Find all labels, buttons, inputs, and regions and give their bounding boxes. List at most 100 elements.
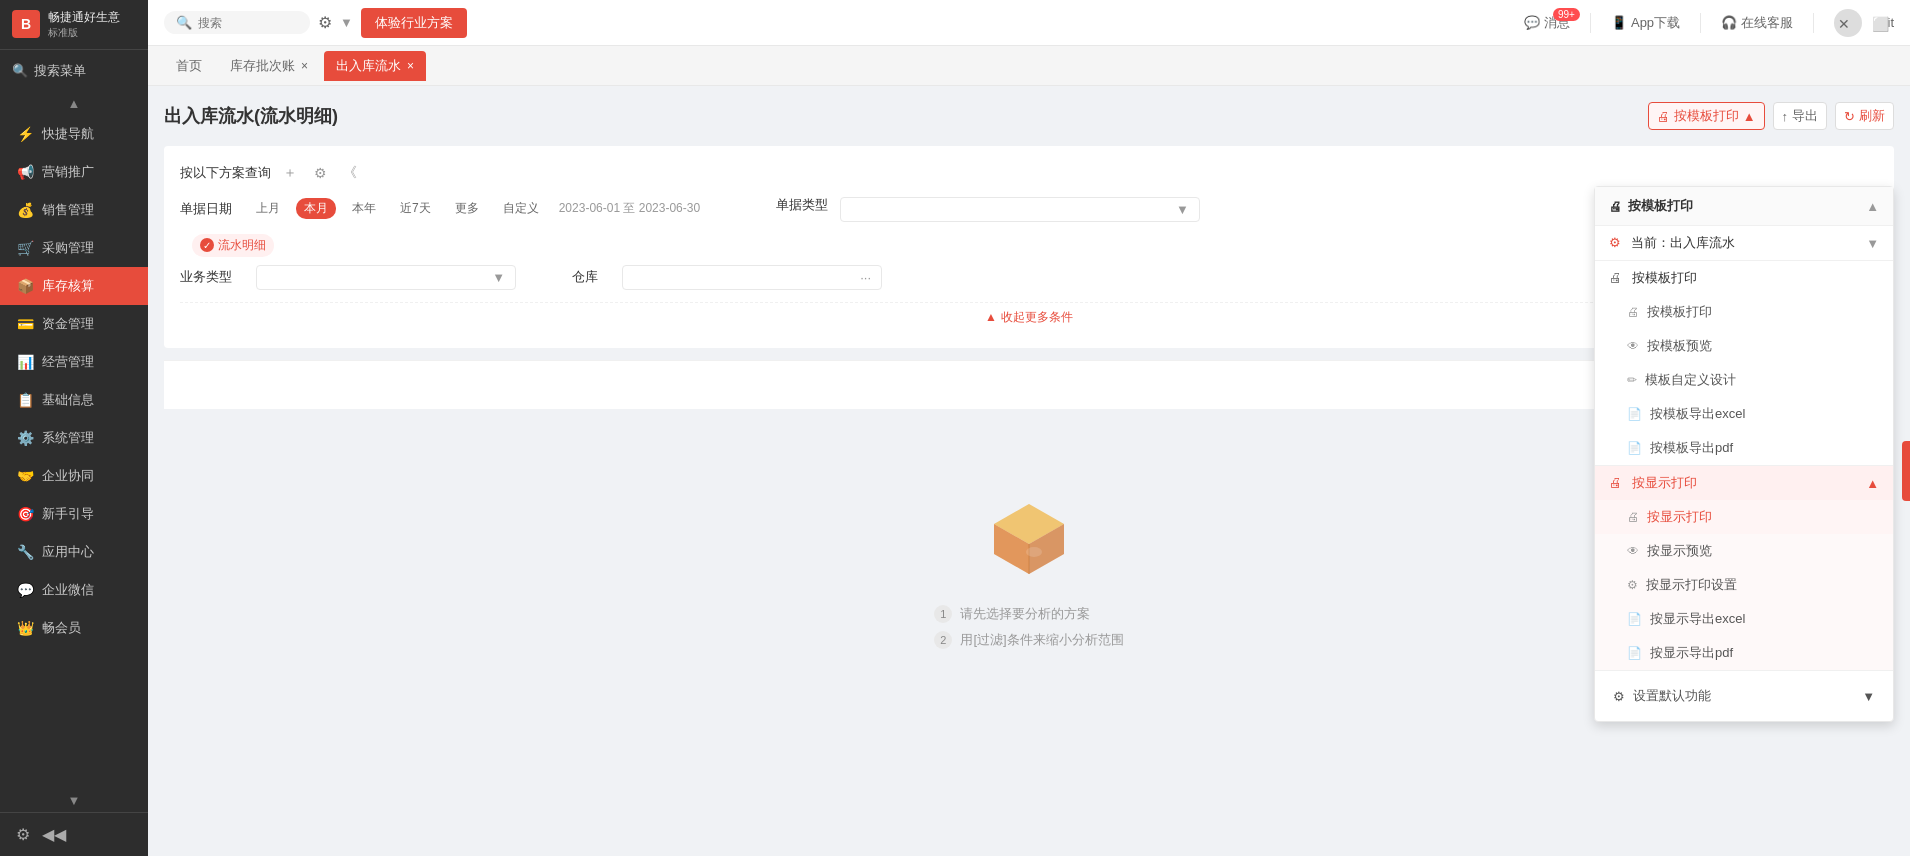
tab-home[interactable]: 首页 bbox=[164, 51, 214, 81]
maximize-window-button[interactable]: ⬜ bbox=[1866, 10, 1894, 38]
svg-point-5 bbox=[1026, 547, 1042, 557]
chevron-down-icon[interactable]: ▼ bbox=[1866, 236, 1879, 251]
sidebar-item-enterprise[interactable]: 🤝 企业协同 bbox=[0, 457, 148, 495]
date-range-display: 2023-06-01 至 2023-06-30 bbox=[559, 200, 700, 217]
sidebar-item-inventory[interactable]: 📦 库存核算 bbox=[0, 267, 148, 305]
sidebar-scroll-up[interactable]: ▲ bbox=[0, 92, 148, 115]
sidebar-scroll-down[interactable]: ▼ bbox=[0, 789, 148, 812]
date-last-month[interactable]: 上月 bbox=[248, 198, 288, 219]
display-export-excel-item[interactable]: 📄 按显示导出excel bbox=[1595, 602, 1893, 636]
filter-tag-detail[interactable]: ✓ 流水明细 bbox=[192, 234, 274, 257]
page-title-bar: 出入库流水(流水明细) 🖨 按模板打印 ▲ ↑ 导出 ↻ 刷新 bbox=[164, 102, 1894, 130]
tab-flow[interactable]: 出入库流水 × bbox=[324, 51, 426, 81]
sidebar-item-purchase[interactable]: 🛒 采购管理 bbox=[0, 229, 148, 267]
industry-solution-button[interactable]: 体验行业方案 bbox=[361, 8, 467, 38]
sidebar-item-finance[interactable]: 💳 资金管理 bbox=[0, 305, 148, 343]
date-filter: 上月 本月 本年 近7天 更多 自定义 2023-06-01 至 2023-06… bbox=[248, 198, 700, 219]
search-menu-button[interactable]: 🔍 搜索菜单 bbox=[12, 58, 136, 84]
sidebar-item-basic[interactable]: 📋 基础信息 bbox=[0, 381, 148, 419]
dropdown-collapse-icon[interactable]: ▲ bbox=[1866, 199, 1879, 214]
app-download-button[interactable]: 📱 App下载 bbox=[1611, 14, 1680, 32]
date-this-month[interactable]: 本月 bbox=[296, 198, 336, 219]
search-input[interactable] bbox=[198, 16, 298, 30]
filter-settings-button[interactable]: ⚙ bbox=[309, 162, 331, 184]
sidebar-item-wechat[interactable]: 💬 企业微信 bbox=[0, 571, 148, 609]
export-button[interactable]: ↑ 导出 bbox=[1773, 102, 1828, 130]
doc-type-select[interactable]: ▼ bbox=[840, 197, 1200, 222]
headset-icon: 🎧 bbox=[1721, 15, 1737, 30]
message-button[interactable]: 💬 消息 99+ bbox=[1524, 14, 1570, 32]
chevron-down-icon[interactable]: ▼ bbox=[1862, 689, 1875, 704]
current-template-header[interactable]: ⚙ 当前：出入库流水 ▼ bbox=[1595, 226, 1893, 260]
set-default-item[interactable]: ⚙ 设置默认功能 ▼ bbox=[1609, 679, 1879, 713]
display-print-settings-item[interactable]: ⚙ 按显示打印设置 bbox=[1595, 568, 1893, 602]
phone-icon: 📱 bbox=[1611, 15, 1627, 30]
basic-icon: 📋 bbox=[16, 391, 34, 409]
settings-icon[interactable]: ⚙ bbox=[16, 825, 30, 844]
operations-icon: 📊 bbox=[16, 353, 34, 371]
sidebar-item-operations[interactable]: 📊 经营管理 bbox=[0, 343, 148, 381]
close-window-button[interactable]: ✕ bbox=[1830, 10, 1858, 38]
pdf-icon: 📄 bbox=[1627, 441, 1642, 455]
topbar: 🔍 ⚙ ▼ 体验行业方案 💬 消息 99+ 📱 App下载 bbox=[148, 0, 1910, 46]
message-icon: 💬 bbox=[1524, 15, 1540, 30]
sidebar-item-label: 资金管理 bbox=[42, 315, 94, 333]
page-content: 出入库流水(流水明细) 🖨 按模板打印 ▲ ↑ 导出 ↻ 刷新 bbox=[148, 86, 1910, 856]
template-preview-item[interactable]: 👁 按模板预览 bbox=[1595, 329, 1893, 363]
dropdown-template-section: 🖨 按模板打印 🖨 按模板打印 👁 按模板预览 ✏ 模板自定义设 bbox=[1595, 261, 1893, 466]
right-edge-handle[interactable] bbox=[1902, 441, 1910, 501]
guide-icon: 🎯 bbox=[16, 505, 34, 523]
refresh-button[interactable]: ↻ 刷新 bbox=[1835, 102, 1894, 130]
sidebar-nav: ⚡ 快捷导航 📢 营销推广 💰 销售管理 🛒 采购管理 📦 库存核算 💳 资金管… bbox=[0, 115, 148, 789]
template-section-header[interactable]: 🖨 按模板打印 bbox=[1595, 261, 1893, 295]
divider bbox=[1590, 13, 1591, 33]
chevron-up-icon[interactable]: ▲ bbox=[1866, 476, 1879, 491]
display-section-header[interactable]: 🖨 按显示打印 ▲ bbox=[1595, 466, 1893, 500]
empty-step-2: 2 用[过滤]条件来缩小分析范围 bbox=[934, 631, 1123, 649]
online-service-button[interactable]: 🎧 在线客服 bbox=[1721, 14, 1793, 32]
display-print-item[interactable]: 🖨 按显示打印 bbox=[1595, 500, 1893, 534]
topbar-chevron-icon[interactable]: ▼ bbox=[340, 15, 353, 30]
tab-close-icon[interactable]: × bbox=[301, 59, 308, 73]
display-export-pdf-item[interactable]: 📄 按显示导出pdf bbox=[1595, 636, 1893, 670]
purchase-icon: 🛒 bbox=[16, 239, 34, 257]
settings-icon[interactable]: ⚙ bbox=[318, 13, 332, 32]
tab-batch-ledger[interactable]: 库存批次账 × bbox=[218, 51, 320, 81]
sidebar-item-label: 系统管理 bbox=[42, 429, 94, 447]
menu-toggle-icon[interactable]: ◀◀ bbox=[42, 825, 66, 844]
pdf-icon: 📄 bbox=[1627, 646, 1642, 660]
sidebar-item-vip[interactable]: 👑 畅会员 bbox=[0, 609, 148, 647]
sidebar-item-system[interactable]: ⚙️ 系统管理 bbox=[0, 419, 148, 457]
template-export-pdf-item[interactable]: 📄 按模板导出pdf bbox=[1595, 431, 1893, 465]
sidebar-footer: ⚙ ◀◀ bbox=[0, 812, 148, 856]
template-print-item[interactable]: 🖨 按模板打印 bbox=[1595, 295, 1893, 329]
date-custom[interactable]: 自定义 bbox=[495, 198, 547, 219]
sidebar-item-marketing[interactable]: 📢 营销推广 bbox=[0, 153, 148, 191]
template-custom-item[interactable]: ✏ 模板自定义设计 bbox=[1595, 363, 1893, 397]
sidebar-item-apps[interactable]: 🔧 应用中心 bbox=[0, 533, 148, 571]
tab-close-icon[interactable]: × bbox=[407, 59, 414, 73]
business-type-select[interactable]: ▼ bbox=[256, 265, 516, 290]
date-this-year[interactable]: 本年 bbox=[344, 198, 384, 219]
date-more[interactable]: 更多 bbox=[447, 198, 487, 219]
tab-label: 出入库流水 bbox=[336, 57, 401, 75]
sidebar-item-guide[interactable]: 🎯 新手引导 bbox=[0, 495, 148, 533]
sidebar: B 畅捷通好生意 标准版 🔍 搜索菜单 ▲ ⚡ 快捷导航 📢 营销推广 💰 销售… bbox=[0, 0, 148, 856]
topbar-search[interactable]: 🔍 bbox=[164, 11, 310, 34]
sidebar-item-quick-nav[interactable]: ⚡ 快捷导航 bbox=[0, 115, 148, 153]
dropdown-title: 🖨 按模板打印 bbox=[1609, 197, 1693, 215]
sidebar-item-label: 基础信息 bbox=[42, 391, 94, 409]
tag-close-icon[interactable]: ✓ bbox=[200, 238, 214, 252]
date-last-7-days[interactable]: 近7天 bbox=[392, 198, 439, 219]
display-preview-item[interactable]: 👁 按显示预览 bbox=[1595, 534, 1893, 568]
warehouse-select[interactable]: ··· bbox=[622, 265, 882, 290]
filter-collapse-button[interactable]: 《 bbox=[339, 162, 361, 184]
sidebar-item-label: 快捷导航 bbox=[42, 125, 94, 143]
sidebar-item-sales[interactable]: 💰 销售管理 bbox=[0, 191, 148, 229]
template-print-button[interactable]: 🖨 按模板打印 ▲ bbox=[1648, 102, 1765, 130]
more-icon[interactable]: ··· bbox=[860, 270, 871, 285]
template-export-excel-item[interactable]: 📄 按模板导出excel bbox=[1595, 397, 1893, 431]
filter-add-button[interactable]: ＋ bbox=[279, 162, 301, 184]
sidebar-item-label: 采购管理 bbox=[42, 239, 94, 257]
sidebar-header: B 畅捷通好生意 标准版 bbox=[0, 0, 148, 50]
